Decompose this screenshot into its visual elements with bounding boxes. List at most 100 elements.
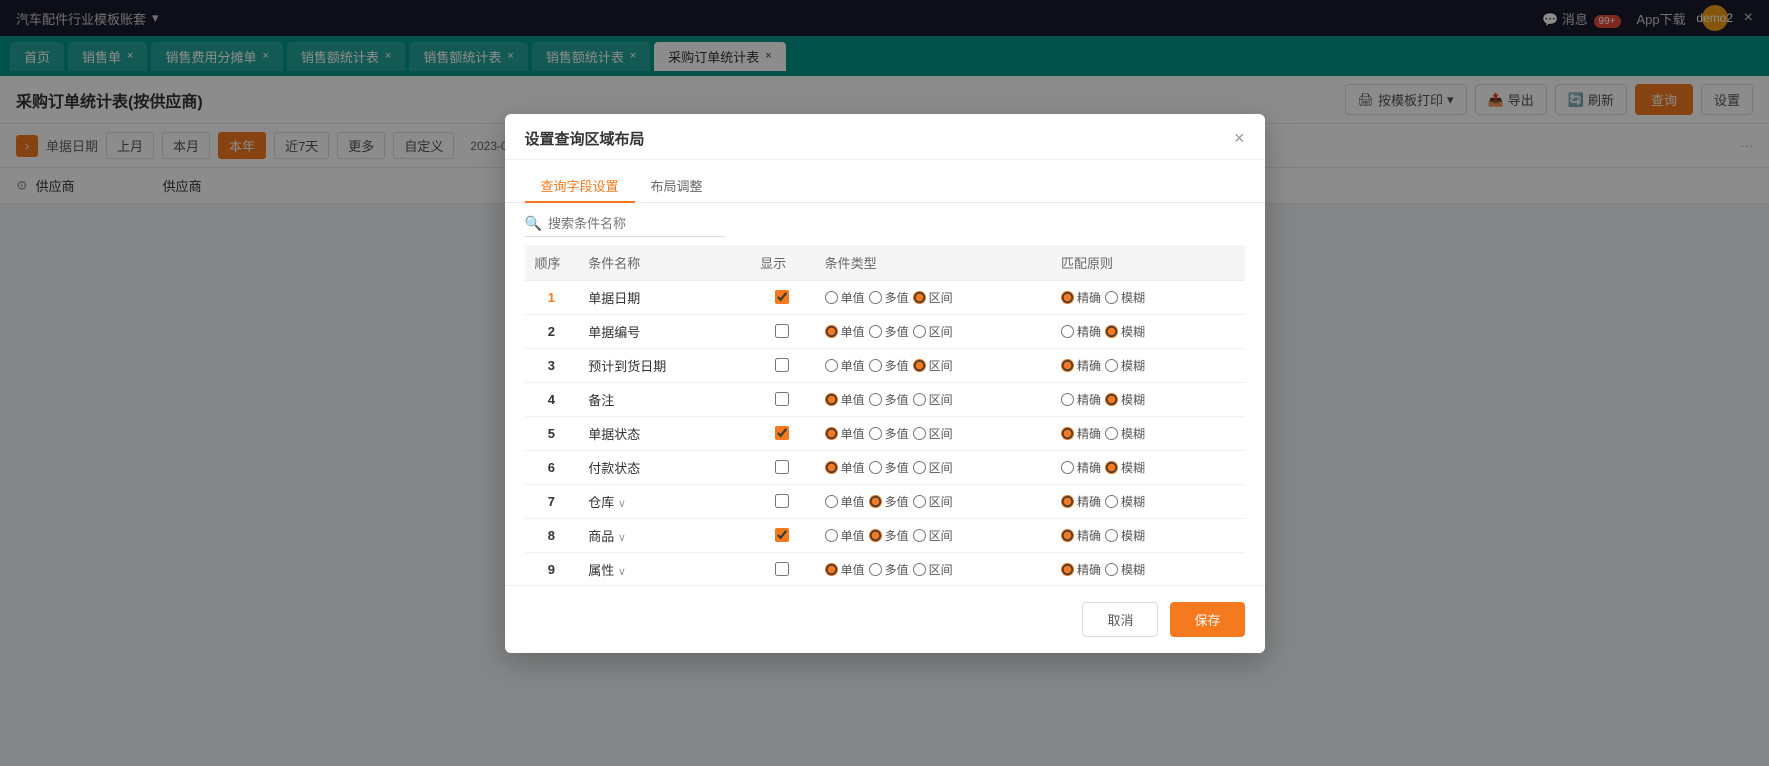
match-radio-精确[interactable] (1061, 393, 1074, 406)
type-radio-区间[interactable] (913, 291, 926, 304)
type-radio-多值[interactable] (869, 529, 882, 542)
type-radio-多值[interactable] (869, 495, 882, 508)
cell-order: 4 (525, 382, 579, 416)
type-label-单值: 单值 (841, 357, 865, 374)
dialog-search-area: 🔍 (505, 203, 1265, 245)
type-radio-单值[interactable] (825, 495, 838, 508)
type-radio-多值[interactable] (869, 563, 882, 576)
type-label-单值: 单值 (841, 289, 865, 306)
type-radio-区间[interactable] (913, 529, 926, 542)
match-radio-模糊[interactable] (1105, 529, 1118, 542)
match-radio-模糊[interactable] (1105, 563, 1118, 576)
type-radio-多值[interactable] (869, 291, 882, 304)
type-radio-单值[interactable] (825, 529, 838, 542)
type-radio-多值[interactable] (869, 325, 882, 338)
match-radio-精确[interactable] (1061, 563, 1074, 576)
type-radio-多值[interactable] (869, 359, 882, 372)
type-radio-多值[interactable] (869, 393, 882, 406)
cell-type: 单值多值区间 (815, 450, 1051, 484)
table-scroll[interactable]: 顺序 条件名称 显示 条件类型 匹配原则 1单据日期单值多值区间精确模糊2单据编… (525, 245, 1245, 585)
save-button[interactable]: 保存 (1170, 602, 1244, 637)
match-radio-精确[interactable] (1061, 529, 1074, 542)
show-checkbox[interactable] (775, 460, 789, 474)
match-radio-item: 精确 (1061, 391, 1101, 408)
type-radio-单值[interactable] (825, 393, 838, 406)
type-radio-item: 区间 (913, 425, 953, 442)
type-radio-区间[interactable] (913, 461, 926, 474)
show-checkbox[interactable] (775, 324, 789, 338)
table-row: 6付款状态单值多值区间精确模糊 (525, 450, 1245, 484)
cell-order: 5 (525, 416, 579, 450)
type-radio-单值[interactable] (825, 291, 838, 304)
match-radio-item: 精确 (1061, 561, 1101, 578)
type-label-区间: 区间 (929, 323, 953, 340)
match-radio-模糊[interactable] (1105, 291, 1118, 304)
cancel-button[interactable]: 取消 (1082, 602, 1158, 637)
match-radio-精确[interactable] (1061, 427, 1074, 440)
dialog-close-button[interactable]: × (1234, 128, 1245, 149)
type-radio-区间[interactable] (913, 359, 926, 372)
dropdown-arrow-icon: ∨ (618, 532, 626, 544)
table-row: 2单据编号单值多值区间精确模糊 (525, 314, 1245, 348)
tab-layout-adjust[interactable]: 布局调整 (635, 170, 719, 203)
match-radio-精确[interactable] (1061, 495, 1074, 508)
type-label-区间: 区间 (929, 425, 953, 442)
type-radio-单值[interactable] (825, 563, 838, 576)
type-radio-区间[interactable] (913, 563, 926, 576)
match-radio-模糊[interactable] (1105, 393, 1118, 406)
type-label-区间: 区间 (929, 459, 953, 476)
match-radio-模糊[interactable] (1105, 427, 1118, 440)
match-radio-item: 模糊 (1105, 289, 1145, 306)
type-label-单值: 单值 (841, 425, 865, 442)
type-radio-区间[interactable] (913, 325, 926, 338)
match-radio-精确[interactable] (1061, 291, 1074, 304)
type-label-多值: 多值 (885, 527, 909, 544)
type-label-多值: 多值 (885, 391, 909, 408)
cell-name: 商品 ∨ (578, 518, 750, 552)
type-radio-item: 多值 (869, 289, 909, 306)
type-radio-单值[interactable] (825, 359, 838, 372)
type-radio-单值[interactable] (825, 427, 838, 440)
dialog-footer: 取消 保存 (505, 585, 1265, 653)
type-radio-item: 单值 (825, 561, 865, 578)
type-radio-单值[interactable] (825, 325, 838, 338)
tab-query-fields[interactable]: 查询字段设置 (525, 170, 635, 203)
match-radio-模糊[interactable] (1105, 325, 1118, 338)
cell-show (750, 484, 814, 518)
type-radio-item: 区间 (913, 323, 953, 340)
cell-order: 2 (525, 314, 579, 348)
match-radio-精确[interactable] (1061, 461, 1074, 474)
type-radio-多值[interactable] (869, 427, 882, 440)
show-checkbox[interactable] (775, 494, 789, 508)
match-radio-item: 精确 (1061, 459, 1101, 476)
search-input[interactable] (548, 216, 725, 231)
show-checkbox[interactable] (775, 562, 789, 576)
show-checkbox[interactable] (775, 358, 789, 372)
type-radio-区间[interactable] (913, 427, 926, 440)
type-radio-区间[interactable] (913, 495, 926, 508)
show-checkbox[interactable] (775, 426, 789, 440)
type-radio-多值[interactable] (869, 461, 882, 474)
type-label-多值: 多值 (885, 561, 909, 578)
dialog-header: 设置查询区域布局 × (505, 114, 1265, 160)
cell-show (750, 450, 814, 484)
show-checkbox[interactable] (775, 528, 789, 542)
type-label-单值: 单值 (841, 493, 865, 510)
show-checkbox[interactable] (775, 290, 789, 304)
show-checkbox[interactable] (775, 392, 789, 406)
match-radio-模糊[interactable] (1105, 495, 1118, 508)
type-radio-区间[interactable] (913, 393, 926, 406)
match-radio-模糊[interactable] (1105, 359, 1118, 372)
cell-type: 单值多值区间 (815, 348, 1051, 382)
match-radio-item: 模糊 (1105, 527, 1145, 544)
table-row: 1单据日期单值多值区间精确模糊 (525, 280, 1245, 314)
type-radio-单值[interactable] (825, 461, 838, 474)
cell-name: 单据状态 (578, 416, 750, 450)
cell-order: 9 (525, 552, 579, 585)
match-radio-精确[interactable] (1061, 359, 1074, 372)
type-label-区间: 区间 (929, 391, 953, 408)
match-radio-item: 精确 (1061, 493, 1101, 510)
match-radio-item: 精确 (1061, 323, 1101, 340)
match-radio-模糊[interactable] (1105, 461, 1118, 474)
match-radio-精确[interactable] (1061, 325, 1074, 338)
